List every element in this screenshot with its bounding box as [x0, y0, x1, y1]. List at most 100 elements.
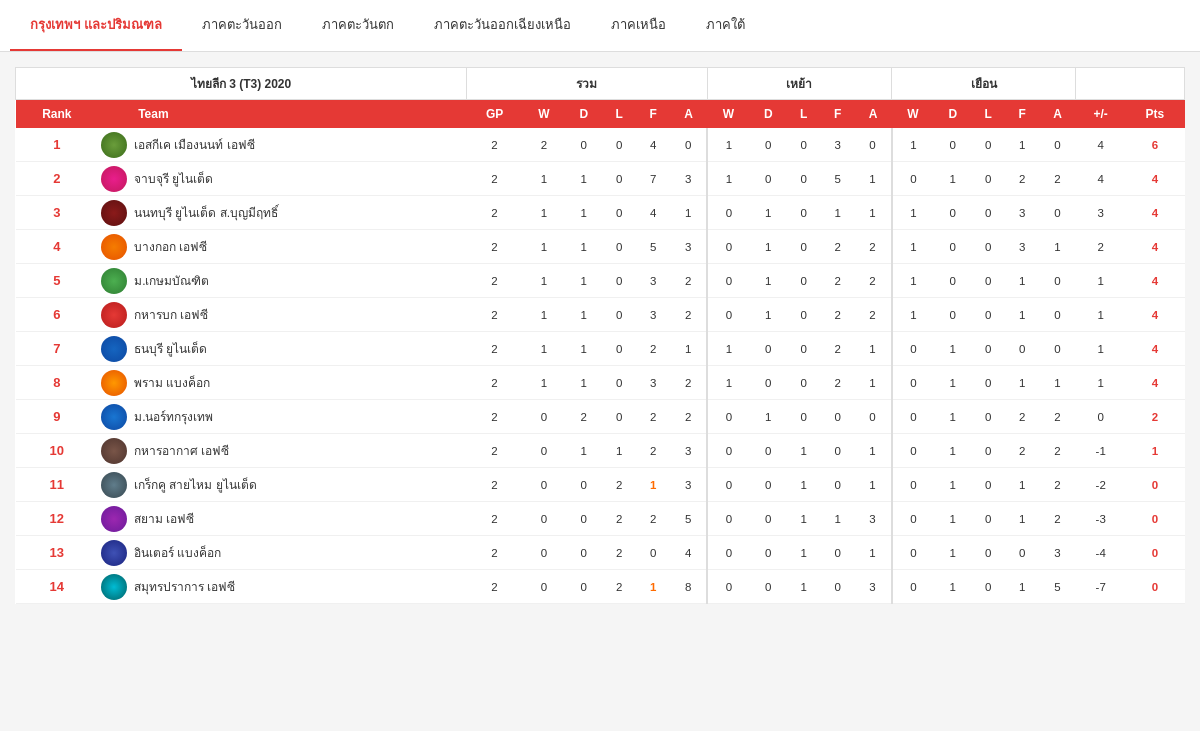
tf-cell: 3	[636, 298, 670, 332]
hw-cell: 0	[707, 536, 750, 570]
gp-cell: 2	[467, 502, 523, 536]
pts-cell: 4	[1125, 264, 1184, 298]
hw-cell: 0	[707, 196, 750, 230]
hf-cell: 0	[821, 536, 855, 570]
tab-east[interactable]: ภาคตะวันออก	[182, 0, 302, 51]
al-cell: 0	[971, 230, 1005, 264]
af-cell: 1	[1005, 366, 1039, 400]
gp-cell: 2	[467, 264, 523, 298]
logo-cell	[98, 570, 130, 604]
ta-cell: 0	[670, 128, 707, 162]
aa-cell: 1	[1039, 230, 1076, 264]
aa-cell: 0	[1039, 264, 1076, 298]
team-logo-icon	[101, 472, 127, 498]
ha-cell: 1	[855, 366, 892, 400]
tf-cell: 5	[636, 230, 670, 264]
hl-cell: 1	[787, 434, 821, 468]
td-cell: 1	[565, 264, 602, 298]
aa-cell: 2	[1039, 400, 1076, 434]
hd-cell: 0	[750, 128, 787, 162]
pm-cell: -7	[1076, 570, 1125, 604]
aw-cell: 0	[892, 570, 935, 604]
gp-cell: 2	[467, 128, 523, 162]
ha-cell: 2	[855, 230, 892, 264]
pts-cell: 4	[1125, 366, 1184, 400]
rank-cell: 3	[16, 196, 99, 230]
tab-south[interactable]: ภาคใต้	[686, 0, 765, 51]
logo-cell	[98, 468, 130, 502]
table-row: 2จาบจุรี ยูไนเต็ด211073100510102244	[16, 162, 1185, 196]
ha-cell: 1	[855, 162, 892, 196]
af-cell: 0	[1005, 332, 1039, 366]
aa-cell: 0	[1039, 196, 1076, 230]
tab-northeast[interactable]: ภาคตะวันออกเฉียงเหนือ	[414, 0, 591, 51]
ta-cell: 3	[670, 468, 707, 502]
team-name-cell: บางกอก เอฟซี	[130, 230, 466, 264]
table-row: 11เกร็กคู สายไหม ยูไนเต็ด200213001010101…	[16, 468, 1185, 502]
gp-cell: 2	[467, 536, 523, 570]
aw-cell: 1	[892, 298, 935, 332]
al-cell: 0	[971, 162, 1005, 196]
pts-cell: 4	[1125, 196, 1184, 230]
gp-cell: 2	[467, 230, 523, 264]
gp-cell: 2	[467, 162, 523, 196]
hd-cell: 0	[750, 502, 787, 536]
team-name-cell: จาบจุรี ยูไนเต็ด	[130, 162, 466, 196]
hl-cell: 1	[787, 570, 821, 604]
tab-bangkok[interactable]: กรุงเทพฯ และปริมณฑล	[10, 0, 182, 51]
ha-cell: 1	[855, 434, 892, 468]
ha-cell: 2	[855, 264, 892, 298]
gp-cell: 2	[467, 298, 523, 332]
ad-cell: 1	[934, 400, 971, 434]
aw-cell: 0	[892, 434, 935, 468]
hl-cell: 0	[787, 400, 821, 434]
tl-cell: 0	[602, 332, 636, 366]
team-logo-icon	[101, 166, 127, 192]
logo-cell	[98, 128, 130, 162]
team-name-cell: อินเตอร์ แบงค็อก	[130, 536, 466, 570]
hw-cell: 0	[707, 230, 750, 264]
ad-cell: 0	[934, 230, 971, 264]
league-title: ไทยลีก 3 (T3) 2020	[191, 77, 291, 91]
hd-cell: 1	[750, 400, 787, 434]
ha-header: A	[855, 100, 892, 129]
td-cell: 1	[565, 434, 602, 468]
hf-cell: 2	[821, 332, 855, 366]
tw-cell: 0	[523, 434, 566, 468]
logo-header	[98, 100, 130, 129]
hd-cell: 1	[750, 230, 787, 264]
team-logo-icon	[101, 200, 127, 226]
tf-cell: 4	[636, 196, 670, 230]
aa-cell: 2	[1039, 468, 1076, 502]
tf-header: F	[636, 100, 670, 129]
hw-cell: 0	[707, 570, 750, 604]
al-cell: 0	[971, 264, 1005, 298]
ta-cell: 2	[670, 400, 707, 434]
tl-cell: 0	[602, 162, 636, 196]
tab-north[interactable]: ภาคเหนือ	[591, 0, 686, 51]
hw-header: W	[707, 100, 750, 129]
tf-cell: 2	[636, 400, 670, 434]
al-cell: 0	[971, 570, 1005, 604]
logo-cell	[98, 230, 130, 264]
team-logo-icon	[101, 302, 127, 328]
ta-cell: 1	[670, 196, 707, 230]
aw-cell: 0	[892, 400, 935, 434]
team-name-cell: สมุทรปราการ เอฟซี	[130, 570, 466, 604]
af-cell: 0	[1005, 536, 1039, 570]
rank-cell: 4	[16, 230, 99, 264]
tf-cell: 3	[636, 264, 670, 298]
hf-cell: 3	[821, 128, 855, 162]
aw-cell: 1	[892, 264, 935, 298]
content-area: ไทยลีก 3 (T3) 2020 รวม เหย้า เยือน Rank …	[0, 52, 1200, 619]
table-row: 14สมุทรปราการ เอฟซี2002180010301015-70	[16, 570, 1185, 604]
ad-cell: 0	[934, 264, 971, 298]
hd-cell: 0	[750, 434, 787, 468]
tw-cell: 0	[523, 536, 566, 570]
tab-west[interactable]: ภาคตะวันตก	[302, 0, 414, 51]
home-header: เหย้า	[707, 68, 891, 100]
standings-body: 1เอสกีเค เมืองนนท์ เอฟซี2200401003010010…	[16, 128, 1185, 604]
tw-cell: 1	[523, 196, 566, 230]
pm-cell: 4	[1076, 162, 1125, 196]
al-cell: 0	[971, 468, 1005, 502]
